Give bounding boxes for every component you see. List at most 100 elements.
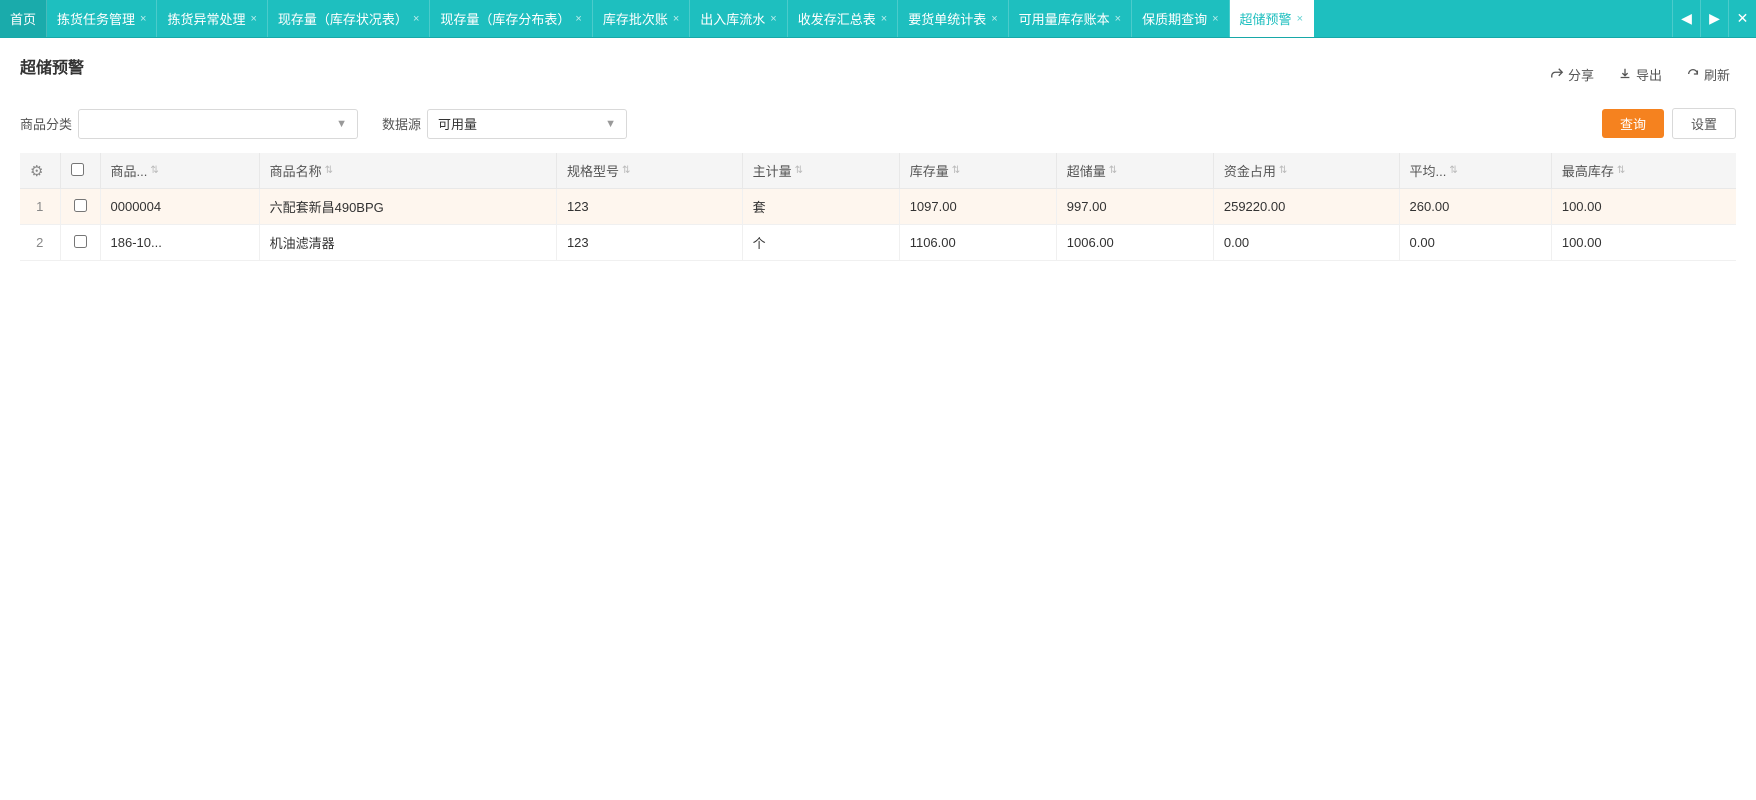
nav-item-overstock-warning[interactable]: 超储预警 ×	[1230, 0, 1314, 38]
close-icon[interactable]: ×	[1115, 13, 1121, 25]
sort-icon: ⇅	[1279, 165, 1287, 176]
category-select[interactable]: ▼	[78, 109, 358, 139]
cell-code: 0000004	[100, 189, 259, 225]
cell-stock: 1097.00	[899, 189, 1056, 225]
cell-overstock: 1006.00	[1056, 225, 1213, 261]
cell-max-stock: 100.00	[1551, 189, 1736, 225]
datasource-select[interactable]: 可用量 ▼	[427, 109, 627, 139]
th-capital[interactable]: 资金占用 ⇅	[1213, 153, 1399, 189]
nav-item-available-book[interactable]: 可用量库存账本 ×	[1009, 0, 1132, 38]
row-checkbox[interactable]	[74, 235, 87, 248]
nav-item-stock-status[interactable]: 现存量（库存状况表） ×	[268, 0, 430, 38]
chevron-down-icon: ▼	[605, 118, 616, 130]
th-max-stock[interactable]: 最高库存 ⇅	[1551, 153, 1736, 189]
category-filter-group: 商品分类 ▼	[20, 109, 358, 139]
cell-code: 186-10...	[100, 225, 259, 261]
cell-spec: 123	[556, 225, 742, 261]
close-icon[interactable]: ×	[1297, 13, 1303, 25]
nav-arrow-right[interactable]: ▶	[1700, 0, 1728, 38]
th-name[interactable]: 商品名称 ⇅	[259, 153, 556, 189]
cell-name: 机油滤清器	[259, 225, 556, 261]
sort-icon: ⇅	[622, 165, 630, 176]
export-button[interactable]: 导出	[1612, 61, 1668, 88]
settings-button[interactable]: 设置	[1672, 108, 1736, 139]
th-spec[interactable]: 规格型号 ⇅	[556, 153, 742, 189]
page-title: 超储预警	[20, 54, 84, 78]
row-num: 2	[20, 225, 60, 261]
th-overstock[interactable]: 超储量 ⇅	[1056, 153, 1213, 189]
page-container: 超储预警 分享 导出 刷新 商品分类	[0, 38, 1756, 277]
cell-unit: 个	[742, 225, 899, 261]
datasource-label: 数据源	[382, 114, 421, 133]
sort-icon: ⇅	[150, 165, 158, 176]
cell-unit: 套	[742, 189, 899, 225]
close-icon[interactable]: ×	[140, 13, 146, 25]
page-wrapper: 超储预警 分享 导出 刷新 商品分类	[0, 38, 1756, 277]
th-settings: ⚙	[20, 153, 60, 189]
th-unit[interactable]: 主计量 ⇅	[742, 153, 899, 189]
th-stock[interactable]: 库存量 ⇅	[899, 153, 1056, 189]
th-avg[interactable]: 平均... ⇅	[1399, 153, 1551, 189]
close-icon[interactable]: ×	[991, 13, 997, 25]
nav-item-batch-account[interactable]: 库存批次账 ×	[593, 0, 690, 38]
sort-icon: ⇅	[1617, 165, 1625, 176]
top-navigation: 首页 拣货任务管理 × 拣货异常处理 × 现存量（库存状况表） × 现存量（库存…	[0, 0, 1756, 38]
cell-avg: 0.00	[1399, 225, 1551, 261]
nav-arrow-left[interactable]: ◀	[1672, 0, 1700, 38]
sort-icon: ⇅	[952, 165, 960, 176]
nav-item-home[interactable]: 首页	[0, 0, 47, 38]
select-all-checkbox[interactable]	[71, 163, 84, 176]
table-row: 1 0000004 六配套新昌490BPG 123 套 1097.00 997.…	[20, 189, 1736, 225]
nav-item-pick-task[interactable]: 拣货任务管理 ×	[47, 0, 157, 38]
close-icon[interactable]: ×	[413, 13, 419, 25]
table-body: 1 0000004 六配套新昌490BPG 123 套 1097.00 997.…	[20, 189, 1736, 261]
datasource-value: 可用量	[438, 114, 477, 133]
row-checkbox-cell	[60, 189, 100, 225]
nav-item-receive-summary[interactable]: 收发存汇总表 ×	[788, 0, 898, 38]
close-icon[interactable]: ×	[575, 13, 581, 25]
cell-max-stock: 100.00	[1551, 225, 1736, 261]
nav-arrow-close[interactable]: ✕	[1728, 0, 1756, 38]
cell-capital: 0.00	[1213, 225, 1399, 261]
export-icon	[1618, 67, 1632, 81]
toolbar: 分享 导出 刷新	[1544, 61, 1736, 88]
th-code[interactable]: 商品... ⇅	[100, 153, 259, 189]
nav-item-order-stats[interactable]: 要货单统计表 ×	[898, 0, 1008, 38]
nav-item-inout-flow[interactable]: 出入库流水 ×	[690, 0, 787, 38]
sort-icon: ⇅	[1109, 165, 1117, 176]
nav-item-pick-exception[interactable]: 拣货异常处理 ×	[157, 0, 267, 38]
data-table: ⚙ 商品... ⇅ 商品名称 ⇅	[20, 153, 1736, 261]
row-num: 1	[20, 189, 60, 225]
table-row: 2 186-10... 机油滤清器 123 个 1106.00 1006.00 …	[20, 225, 1736, 261]
nav-item-stock-dist[interactable]: 现存量（库存分布表） ×	[430, 0, 592, 38]
cell-avg: 260.00	[1399, 189, 1551, 225]
cell-name: 六配套新昌490BPG	[259, 189, 556, 225]
sort-icon: ⇅	[325, 165, 333, 176]
share-icon	[1550, 67, 1564, 81]
close-icon[interactable]: ×	[673, 13, 679, 25]
cell-capital: 259220.00	[1213, 189, 1399, 225]
row-checkbox[interactable]	[74, 199, 87, 212]
query-button[interactable]: 查询	[1602, 109, 1664, 138]
settings-icon[interactable]: ⚙	[30, 163, 43, 180]
category-label: 商品分类	[20, 114, 72, 133]
refresh-button[interactable]: 刷新	[1680, 61, 1736, 88]
nav-item-expiry-query[interactable]: 保质期查询 ×	[1132, 0, 1229, 38]
th-checkbox	[60, 153, 100, 189]
chevron-down-icon: ▼	[336, 118, 347, 130]
sort-icon: ⇅	[1449, 165, 1457, 176]
table-header-row: ⚙ 商品... ⇅ 商品名称 ⇅	[20, 153, 1736, 189]
row-checkbox-cell	[60, 225, 100, 261]
cell-overstock: 997.00	[1056, 189, 1213, 225]
filter-actions: 查询 设置	[1602, 108, 1736, 139]
filter-row: 商品分类 ▼ 数据源 可用量 ▼ 查询 设置	[20, 108, 1736, 139]
close-icon[interactable]: ×	[250, 13, 256, 25]
nav-arrows: ◀ ▶ ✕	[1672, 0, 1756, 38]
close-icon[interactable]: ×	[881, 13, 887, 25]
close-icon[interactable]: ×	[770, 13, 776, 25]
share-button[interactable]: 分享	[1544, 61, 1600, 88]
datasource-filter-group: 数据源 可用量 ▼	[382, 109, 627, 139]
cell-spec: 123	[556, 189, 742, 225]
cell-stock: 1106.00	[899, 225, 1056, 261]
close-icon[interactable]: ×	[1212, 13, 1218, 25]
